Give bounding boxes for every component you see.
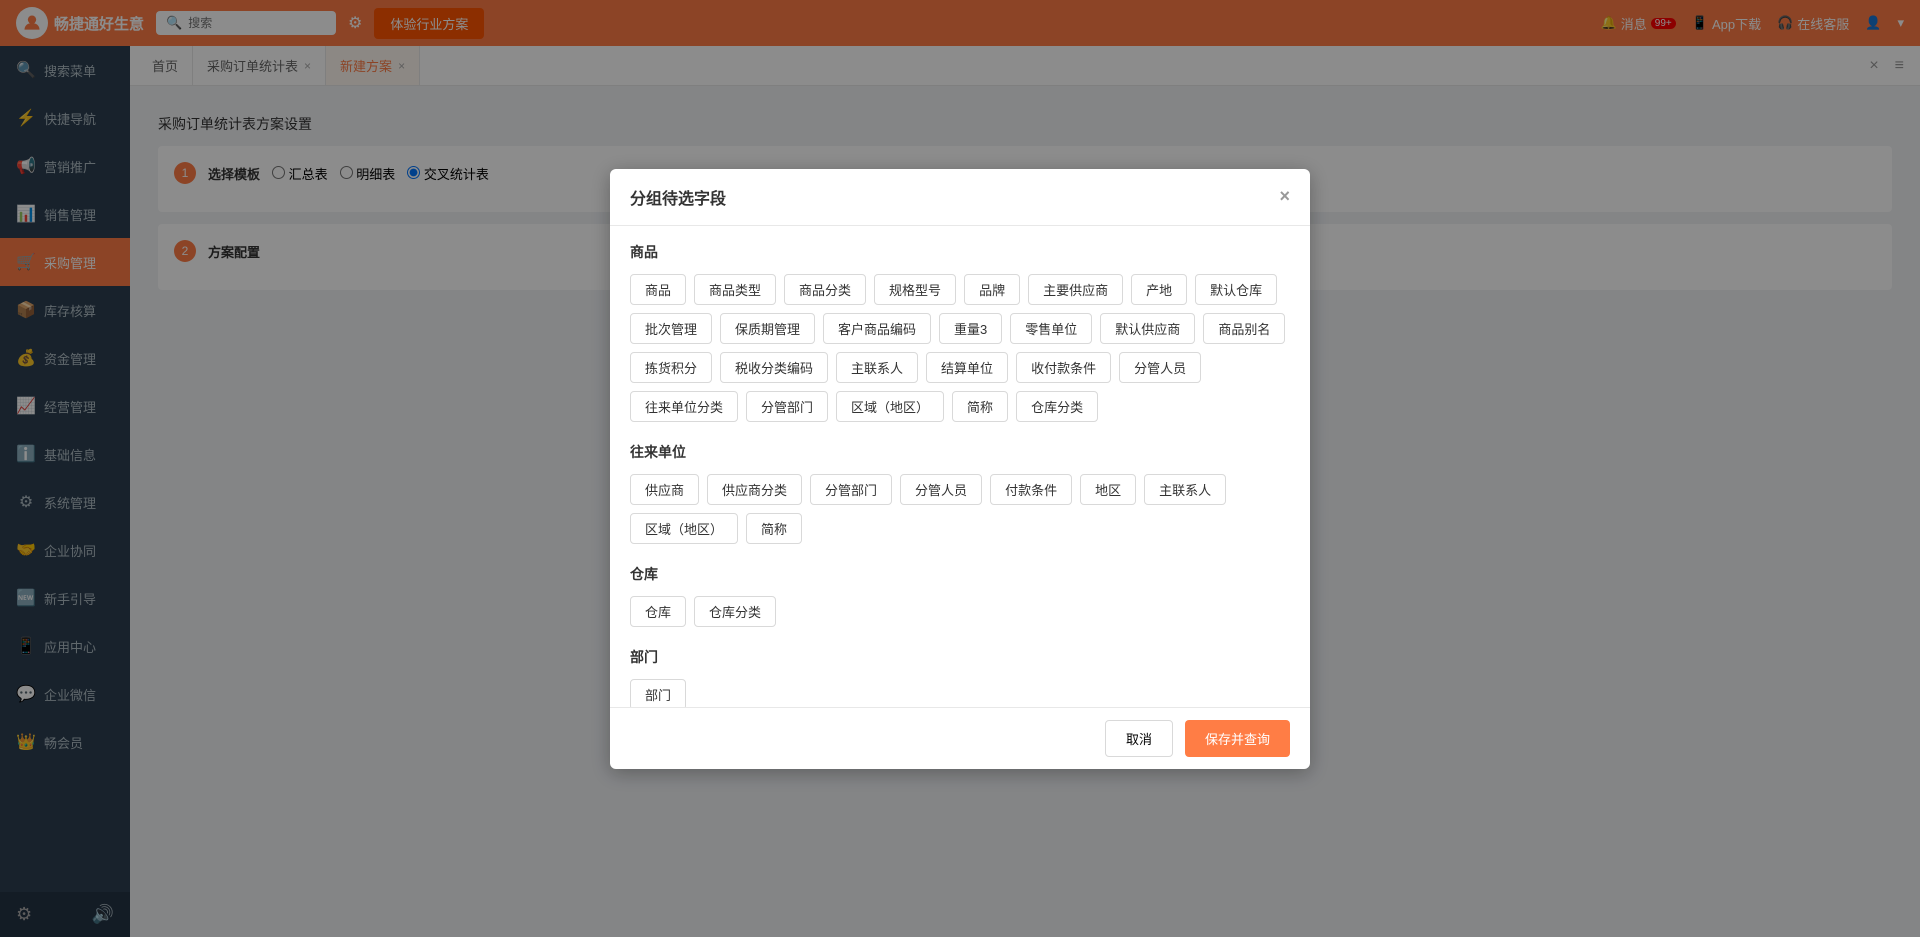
tag-counterpart-category[interactable]: 往来单位分类 [630, 391, 738, 422]
tag-region-area[interactable]: 区域（地区） [836, 391, 944, 422]
field-select-modal: 分组待选字段 × 商品 商品 商品类型 商品分类 规格型号 品牌 主要供应商 产… [610, 169, 1310, 769]
tag-supplier-category[interactable]: 供应商分类 [707, 474, 802, 505]
tag-customer-code[interactable]: 客户商品编码 [823, 313, 931, 344]
section-warehouse-tags: 仓库 仓库分类 [630, 596, 1290, 627]
tag-pick-points[interactable]: 拣货积分 [630, 352, 712, 383]
tag-cp-region[interactable]: 地区 [1080, 474, 1136, 505]
confirm-button[interactable]: 保存并查询 [1185, 720, 1290, 757]
tag-main-contact[interactable]: 主联系人 [836, 352, 918, 383]
section-department: 部门 部门 [630, 647, 1290, 707]
cancel-button[interactable]: 取消 [1105, 720, 1173, 757]
tag-supplier[interactable]: 供应商 [630, 474, 699, 505]
section-department-title: 部门 [630, 647, 1290, 667]
tag-dept[interactable]: 部门 [630, 679, 686, 707]
tag-supervisor-dept[interactable]: 分管部门 [746, 391, 828, 422]
tag-retail-unit[interactable]: 零售单位 [1010, 313, 1092, 344]
tag-product-category[interactable]: 商品分类 [784, 274, 866, 305]
tag-cp-supervisor-dept[interactable]: 分管部门 [810, 474, 892, 505]
section-product: 商品 商品 商品类型 商品分类 规格型号 品牌 主要供应商 产地 默认仓库 批次… [630, 242, 1290, 422]
section-department-tags: 部门 [630, 679, 1290, 707]
tag-supervisor-staff[interactable]: 分管人员 [1119, 352, 1201, 383]
tag-warehouse[interactable]: 仓库 [630, 596, 686, 627]
tag-product[interactable]: 商品 [630, 274, 686, 305]
tag-product-alias[interactable]: 商品别名 [1203, 313, 1285, 344]
modal-header: 分组待选字段 × [610, 169, 1310, 226]
tag-cp-main-contact[interactable]: 主联系人 [1144, 474, 1226, 505]
tag-main-supplier[interactable]: 主要供应商 [1028, 274, 1123, 305]
tag-warehouse-cat[interactable]: 仓库分类 [694, 596, 776, 627]
tag-tax-code[interactable]: 税收分类编码 [720, 352, 828, 383]
tag-product-type[interactable]: 商品类型 [694, 274, 776, 305]
section-counterpart-title: 往来单位 [630, 442, 1290, 462]
modal-close-button[interactable]: × [1279, 186, 1290, 207]
section-warehouse: 仓库 仓库 仓库分类 [630, 564, 1290, 627]
tag-cp-supervisor-staff[interactable]: 分管人员 [900, 474, 982, 505]
tag-expiry-mgmt[interactable]: 保质期管理 [720, 313, 815, 344]
tag-settlement-unit[interactable]: 结算单位 [926, 352, 1008, 383]
tag-origin[interactable]: 产地 [1131, 274, 1187, 305]
tag-brand[interactable]: 品牌 [964, 274, 1020, 305]
section-warehouse-title: 仓库 [630, 564, 1290, 584]
modal-footer: 取消 保存并查询 [610, 707, 1310, 769]
section-counterpart-tags: 供应商 供应商分类 分管部门 分管人员 付款条件 地区 主联系人 区域（地区） … [630, 474, 1290, 544]
tag-batch-mgmt[interactable]: 批次管理 [630, 313, 712, 344]
tag-short-name[interactable]: 简称 [952, 391, 1008, 422]
tag-default-supplier[interactable]: 默认供应商 [1100, 313, 1195, 344]
modal-body: 商品 商品 商品类型 商品分类 规格型号 品牌 主要供应商 产地 默认仓库 批次… [610, 226, 1310, 707]
tag-cp-short-name[interactable]: 简称 [746, 513, 802, 544]
modal-title: 分组待选字段 [630, 185, 726, 209]
tag-spec-model[interactable]: 规格型号 [874, 274, 956, 305]
section-product-tags: 商品 商品类型 商品分类 规格型号 品牌 主要供应商 产地 默认仓库 批次管理 … [630, 274, 1290, 422]
section-counterpart: 往来单位 供应商 供应商分类 分管部门 分管人员 付款条件 地区 主联系人 区域… [630, 442, 1290, 544]
tag-payment-terms[interactable]: 收付款条件 [1016, 352, 1111, 383]
tag-cp-region-area[interactable]: 区域（地区） [630, 513, 738, 544]
tag-default-warehouse[interactable]: 默认仓库 [1195, 274, 1277, 305]
tag-warehouse-category[interactable]: 仓库分类 [1016, 391, 1098, 422]
tag-weight3[interactable]: 重量3 [939, 313, 1002, 344]
tag-cp-payment-terms[interactable]: 付款条件 [990, 474, 1072, 505]
modal-overlay: 分组待选字段 × 商品 商品 商品类型 商品分类 规格型号 品牌 主要供应商 产… [0, 0, 1920, 937]
section-product-title: 商品 [630, 242, 1290, 262]
